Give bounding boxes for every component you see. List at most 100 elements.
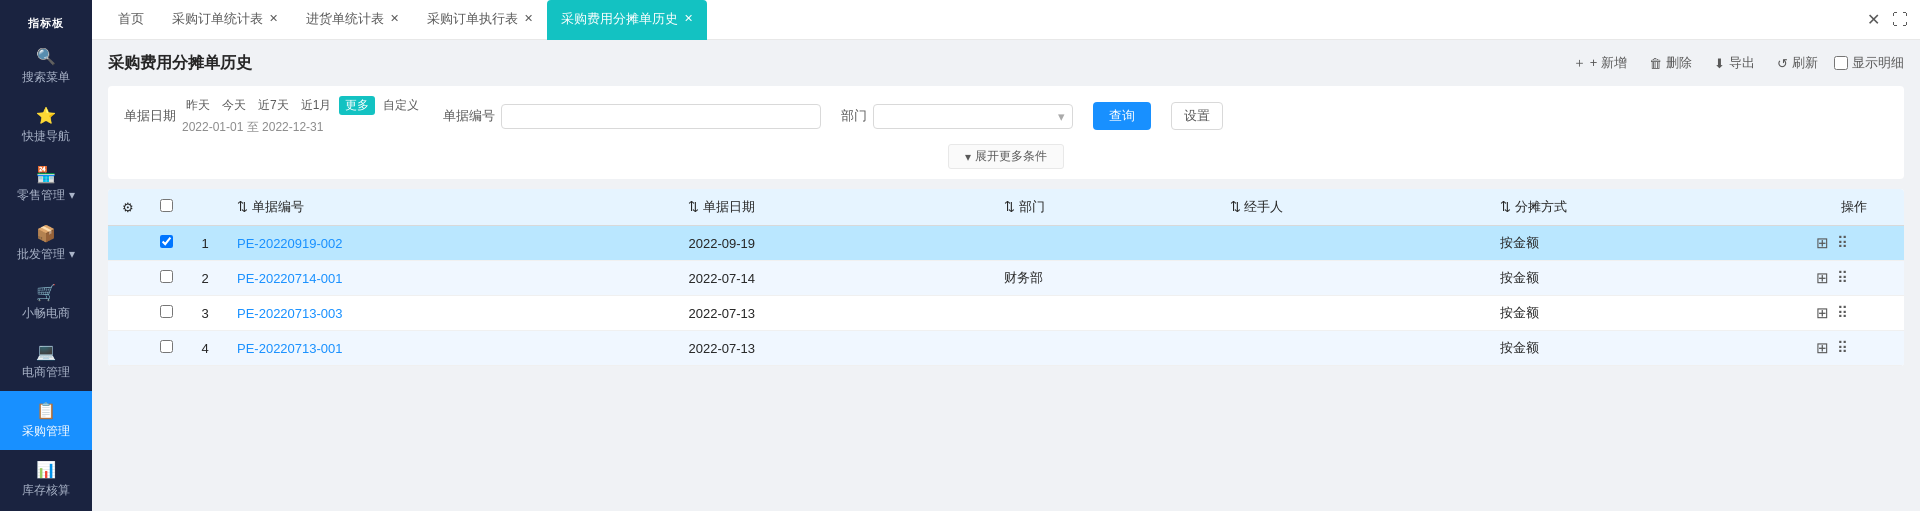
row-actions-3: ⊞ ⠿ bbox=[1804, 331, 1904, 366]
delete-icon: 🗑 bbox=[1649, 56, 1662, 71]
order-no-input[interactable] bbox=[501, 104, 821, 129]
date-filter-label: 单据日期 bbox=[124, 107, 176, 125]
export-icon: ⬇ bbox=[1714, 56, 1725, 71]
sidebar-item-quicknav[interactable]: ⭐快捷导航 bbox=[0, 96, 92, 155]
query-button[interactable]: 查询 bbox=[1093, 102, 1151, 130]
row-num-1: 2 bbox=[185, 261, 225, 296]
search-icon: 🔍 bbox=[36, 47, 56, 66]
col-num bbox=[185, 189, 225, 226]
row-view-btn-2[interactable]: ⊞ bbox=[1816, 304, 1829, 322]
col-dept-label: ⇅ 部门 bbox=[1004, 199, 1045, 214]
row-order-no-1: PE-20220714-001 bbox=[225, 261, 676, 296]
row-check-0[interactable] bbox=[160, 235, 173, 248]
expand-icon: ▾ bbox=[965, 150, 971, 164]
add-button[interactable]: ＋ + 新增 bbox=[1567, 52, 1633, 74]
tab-bar: 首页采购订单统计表✕进货单统计表✕采购订单执行表✕采购费用分摊单历史✕ ✕ ⛶ bbox=[92, 0, 1920, 40]
col-order-no-label: ⇅ 单据编号 bbox=[237, 199, 304, 214]
sidebar-item-search[interactable]: 🔍 搜索菜单 bbox=[0, 37, 92, 96]
refresh-button[interactable]: ↺ 刷新 bbox=[1771, 52, 1824, 74]
row-checkbox-2 bbox=[148, 296, 185, 331]
main-area: 首页采购订单统计表✕进货单统计表✕采购订单执行表✕采购费用分摊单历史✕ ✕ ⛶ … bbox=[92, 0, 1920, 511]
row-more-btn-0[interactable]: ⠿ bbox=[1837, 234, 1848, 252]
retail-icon: 🏪 bbox=[36, 165, 56, 184]
sidebar-item-ecommerce[interactable]: 💻电商管理 bbox=[0, 332, 92, 391]
sidebar-item-minishop[interactable]: 🛒小畅电商 bbox=[0, 273, 92, 332]
row-check-2[interactable] bbox=[160, 305, 173, 318]
col-split-method: ⇅ 分摊方式 bbox=[1488, 189, 1804, 226]
row-more-btn-2[interactable]: ⠿ bbox=[1837, 304, 1848, 322]
export-label: 导出 bbox=[1729, 54, 1755, 72]
expand-more-btn[interactable]: ▾ 展开更多条件 bbox=[948, 144, 1064, 169]
tab-close-purchase-order-exec[interactable]: ✕ bbox=[524, 12, 533, 25]
table-header-row: ⚙ ⇅ 单据编号 ⇅ 单据日期 ⇅ 部门 bbox=[108, 189, 1904, 226]
row-view-btn-1[interactable]: ⊞ bbox=[1816, 269, 1829, 287]
date-btn-7days[interactable]: 近7天 bbox=[254, 96, 293, 115]
order-no-link-3[interactable]: PE-20220713-001 bbox=[237, 341, 343, 356]
row-split-method-3: 按金额 bbox=[1488, 331, 1804, 366]
tab-purchase-order-stat[interactable]: 采购订单统计表✕ bbox=[158, 0, 292, 40]
select-all-checkbox[interactable] bbox=[160, 199, 173, 212]
row-more-btn-3[interactable]: ⠿ bbox=[1837, 339, 1848, 357]
sidebar-label-inventory: 库存核算 bbox=[22, 482, 70, 499]
sidebar-label-search: 搜索菜单 bbox=[22, 69, 70, 86]
row-date-0: 2022-09-19 bbox=[676, 226, 992, 261]
setting-button[interactable]: 设置 bbox=[1171, 102, 1223, 130]
table-body: 1 PE-20220919-002 2022-09-19 按金额 ⊞ ⠿ 2 P… bbox=[108, 226, 1904, 366]
date-range-display: 2022-01-01 至 2022-12-31 bbox=[182, 119, 423, 136]
filter-row: 单据日期 昨天 今天 近7天 近1月 更多 自定义 2022-01-01 至 2… bbox=[124, 96, 1888, 136]
maximize-window-icon[interactable]: ⛶ bbox=[1892, 11, 1908, 29]
sidebar-label-ecommerce: 电商管理 bbox=[22, 364, 70, 381]
date-btn-1month[interactable]: 近1月 bbox=[297, 96, 336, 115]
purchase-icon: 📋 bbox=[36, 401, 56, 420]
page-title: 采购费用分摊单历史 bbox=[108, 53, 252, 74]
sidebar-item-retail[interactable]: 🏪零售管理 ▾ bbox=[0, 155, 92, 214]
tab-home[interactable]: 首页 bbox=[104, 0, 158, 40]
row-more-btn-1[interactable]: ⠿ bbox=[1837, 269, 1848, 287]
date-btn-custom[interactable]: 自定义 bbox=[379, 96, 423, 115]
row-view-btn-3[interactable]: ⊞ bbox=[1816, 339, 1829, 357]
tab-purchase-order-exec[interactable]: 采购订单执行表 ✕ bbox=[413, 0, 547, 40]
order-no-link-1[interactable]: PE-20220714-001 bbox=[237, 271, 343, 286]
toolbar: ＋ + 新增 🗑 删除 ⬇ 导出 ↺ 刷新 显示明细 bbox=[1567, 52, 1904, 74]
delete-label: 删除 bbox=[1666, 54, 1692, 72]
row-order-no-3: PE-20220713-001 bbox=[225, 331, 676, 366]
order-no-link-0[interactable]: PE-20220919-002 bbox=[237, 236, 343, 251]
row-split-method-0: 按金额 bbox=[1488, 226, 1804, 261]
close-window-icon[interactable]: ✕ bbox=[1867, 10, 1880, 29]
sidebar-item-purchase[interactable]: 📋采购管理 bbox=[0, 391, 92, 450]
dept-select[interactable] bbox=[873, 104, 1073, 129]
col-order-no: ⇅ 单据编号 bbox=[225, 189, 676, 226]
col-handler: ⇅ 经手人 bbox=[1218, 189, 1489, 226]
sidebar-item-inventory[interactable]: 📊库存核算 bbox=[0, 450, 92, 509]
row-split-method-1: 按金额 bbox=[1488, 261, 1804, 296]
sidebar-item-wholesale[interactable]: 📦批发管理 ▾ bbox=[0, 214, 92, 273]
row-num-3: 4 bbox=[185, 331, 225, 366]
row-check-3[interactable] bbox=[160, 340, 173, 353]
order-no-filter: 单据编号 bbox=[443, 104, 821, 129]
date-btn-more[interactable]: 更多 bbox=[339, 96, 375, 115]
order-no-link-2[interactable]: PE-20220713-003 bbox=[237, 306, 343, 321]
show-col-checkbox[interactable] bbox=[1834, 56, 1848, 70]
table-row: 2 PE-20220714-001 2022-07-14 财务部 按金额 ⊞ ⠿ bbox=[108, 261, 1904, 296]
settings-icon[interactable]: ⚙ bbox=[122, 200, 134, 215]
show-col-toggle[interactable]: 显示明细 bbox=[1834, 54, 1904, 72]
export-button[interactable]: ⬇ 导出 bbox=[1708, 52, 1761, 74]
row-handler-3 bbox=[1218, 331, 1489, 366]
tab-close-stock-stat[interactable]: ✕ bbox=[390, 12, 399, 25]
date-btn-yesterday[interactable]: 昨天 bbox=[182, 96, 214, 115]
date-btn-today[interactable]: 今天 bbox=[218, 96, 250, 115]
tab-purchase-fee-split[interactable]: 采购费用分摊单历史✕ bbox=[547, 0, 707, 40]
tab-close-purchase-fee-split[interactable]: ✕ bbox=[684, 12, 693, 25]
row-settings-1 bbox=[108, 261, 148, 296]
row-dept-2 bbox=[992, 296, 1217, 331]
row-checkbox-1 bbox=[148, 261, 185, 296]
row-check-1[interactable] bbox=[160, 270, 173, 283]
dept-filter: 部门 bbox=[841, 104, 1073, 129]
tab-stock-stat[interactable]: 进货单统计表✕ bbox=[292, 0, 413, 40]
row-order-no-2: PE-20220713-003 bbox=[225, 296, 676, 331]
row-view-btn-0[interactable]: ⊞ bbox=[1816, 234, 1829, 252]
tab-close-purchase-order-stat[interactable]: ✕ bbox=[269, 12, 278, 25]
tab-label-purchase-order-exec: 采购订单执行表 bbox=[427, 10, 518, 28]
row-num-2: 3 bbox=[185, 296, 225, 331]
delete-button[interactable]: 🗑 删除 bbox=[1643, 52, 1698, 74]
